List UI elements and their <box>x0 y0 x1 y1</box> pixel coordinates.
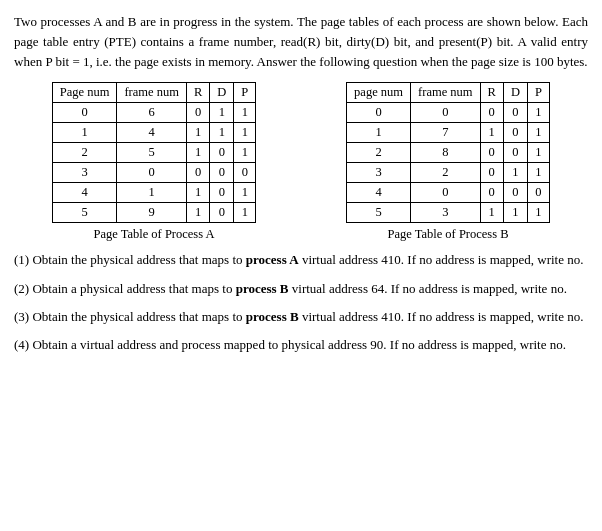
col-header-p-a: P <box>234 83 256 103</box>
table-b-wrapper: page num frame num R D P 000011710128001… <box>308 82 588 242</box>
q3-before: (3) Obtain the physical address that map… <box>14 309 246 324</box>
q1-after: virtual address 410. If no address is ma… <box>299 252 584 267</box>
col-header-page-num-a: Page num <box>52 83 117 103</box>
table-row: 25101 <box>52 143 255 163</box>
table-row: 32011 <box>347 163 550 183</box>
table-process-b: page num frame num R D P 000011710128001… <box>346 82 550 223</box>
col-header-p-b: P <box>527 83 549 103</box>
table-row: 59101 <box>52 203 255 223</box>
q4-text: (4) Obtain a virtual address and process… <box>14 337 566 352</box>
col-header-frame-num-a: frame num <box>117 83 187 103</box>
table-a-wrapper: Page num frame num R D P 060111411125101… <box>14 82 294 242</box>
intro-paragraph: Two processes A and B are in progress in… <box>14 12 588 72</box>
q1-bold: process A <box>246 252 299 267</box>
table-b-caption: Page Table of Process B <box>387 227 508 242</box>
col-header-d-b: D <box>503 83 527 103</box>
q3-bold: process B <box>246 309 299 324</box>
table-row: 41101 <box>52 183 255 203</box>
question-3: (3) Obtain the physical address that map… <box>14 307 588 327</box>
col-header-page-num-b: page num <box>347 83 411 103</box>
q2-before: (2) Obtain a physical address that maps … <box>14 281 236 296</box>
table-row: 17101 <box>347 123 550 143</box>
table-row: 28001 <box>347 143 550 163</box>
q1-number: (1) Obtain the physical address that map… <box>14 252 246 267</box>
question-2: (2) Obtain a physical address that maps … <box>14 279 588 299</box>
q3-after: virtual address 410. If no address is ma… <box>299 309 584 324</box>
col-header-frame-num-b: frame num <box>411 83 481 103</box>
question-1: (1) Obtain the physical address that map… <box>14 250 588 270</box>
col-header-r-a: R <box>186 83 209 103</box>
table-a-caption: Page Table of Process A <box>93 227 214 242</box>
table-row: 53111 <box>347 203 550 223</box>
table-row: 06011 <box>52 103 255 123</box>
tables-section: Page num frame num R D P 060111411125101… <box>14 82 588 242</box>
questions-section: (1) Obtain the physical address that map… <box>14 250 588 355</box>
table-row: 14111 <box>52 123 255 143</box>
question-4: (4) Obtain a virtual address and process… <box>14 335 588 355</box>
col-header-r-b: R <box>480 83 503 103</box>
table-row: 40000 <box>347 183 550 203</box>
table-process-a: Page num frame num R D P 060111411125101… <box>52 82 256 223</box>
table-row: 00001 <box>347 103 550 123</box>
q2-after: virtual address 64. If no address is map… <box>289 281 567 296</box>
q2-bold: process B <box>236 281 289 296</box>
col-header-d-a: D <box>210 83 234 103</box>
table-row: 30000 <box>52 163 255 183</box>
